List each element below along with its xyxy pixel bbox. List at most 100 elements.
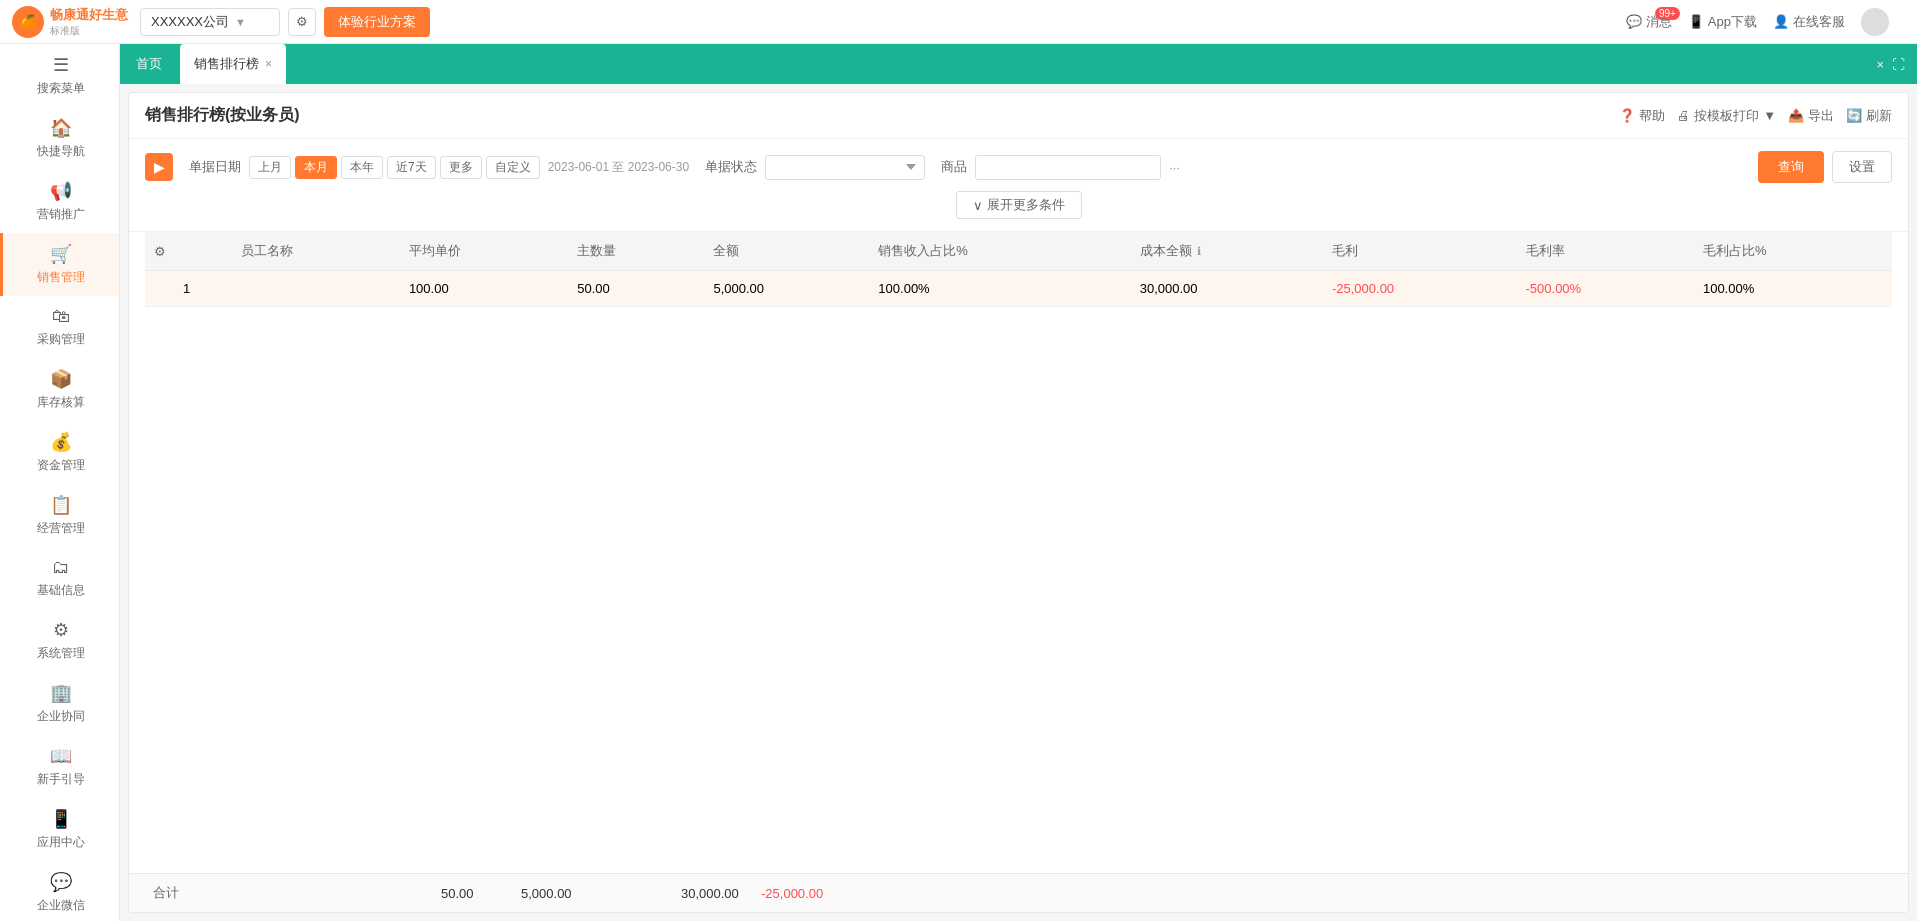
col-main-qty: 主数量 bbox=[569, 232, 705, 271]
date-btn-custom[interactable]: 自定义 bbox=[486, 156, 540, 179]
tab-close-button[interactable]: × bbox=[265, 57, 272, 71]
settings-button[interactable]: 设置 bbox=[1832, 151, 1892, 183]
sidebar-item-basic-info[interactable]: 🗂 基础信息 bbox=[0, 547, 119, 609]
date-btn-last-month[interactable]: 上月 bbox=[249, 156, 291, 179]
table-footer: 合计 50.00 5,000.00 30,000.00 -25,000.00 bbox=[129, 873, 1908, 912]
sidebar-label-finance: 资金管理 bbox=[37, 457, 85, 474]
logo-text-area: 畅康通好生意 标准版 bbox=[50, 6, 128, 38]
goods-filter-group: 商品 ··· bbox=[941, 155, 1180, 180]
message-button[interactable]: 💬 消息 99+ bbox=[1626, 13, 1672, 31]
expand-label: 展开更多条件 bbox=[987, 196, 1065, 214]
col-cost: 成本全额 ℹ bbox=[1132, 232, 1324, 271]
avatar[interactable] bbox=[1861, 8, 1889, 36]
sidebar-label-marketing: 营销推广 bbox=[37, 206, 85, 223]
sidebar-label-quick-nav: 快捷导航 bbox=[37, 143, 85, 160]
sidebar-item-app-center[interactable]: 📱 应用中心 bbox=[0, 798, 119, 861]
help-button[interactable]: ❓ 帮助 bbox=[1619, 107, 1665, 125]
tab-home[interactable]: 首页 bbox=[120, 44, 178, 84]
cost-info-icon[interactable]: ℹ bbox=[1197, 245, 1201, 257]
print-dropdown-icon: ▼ bbox=[1763, 108, 1776, 123]
table-header: ⚙ 员工名称 平均单价 主数量 全额 销售收入占比% 成本全额 ℹ 毛利 bbox=[145, 232, 1892, 271]
table-area: ⚙ 员工名称 平均单价 主数量 全额 销售收入占比% 成本全额 ℹ 毛利 bbox=[129, 232, 1908, 873]
sidebar-label-guide: 新手引导 bbox=[37, 771, 85, 788]
query-button[interactable]: 查询 bbox=[1758, 151, 1824, 183]
col-rank bbox=[175, 232, 233, 271]
tab-bar: 首页 销售排行榜 × × ⛶ bbox=[120, 44, 1917, 84]
sidebar-item-wechat[interactable]: 💬 企业微信 bbox=[0, 861, 119, 921]
sidebar-item-search-order[interactable]: ☰ 搜索菜单 bbox=[0, 44, 119, 107]
sidebar-label-app-center: 应用中心 bbox=[37, 834, 85, 851]
quick-nav-icon: 🏠 bbox=[50, 117, 72, 139]
finance-icon: 💰 bbox=[50, 431, 72, 453]
filter-toggle-button[interactable]: ▶ bbox=[145, 153, 173, 181]
date-btn-last7[interactable]: 近7天 bbox=[387, 156, 436, 179]
trial-button[interactable]: 体验行业方案 bbox=[324, 7, 430, 37]
date-range-text: 2023-06-01 至 2023-06-30 bbox=[548, 159, 689, 176]
col-sales-pct: 销售收入占比% bbox=[870, 232, 1131, 271]
app-download-label: App下载 bbox=[1708, 13, 1757, 31]
col-gross-rate: 毛利率 bbox=[1518, 232, 1695, 271]
goods-filter-label: 商品 bbox=[941, 158, 967, 176]
guide-icon: 📖 bbox=[50, 745, 72, 767]
top-header: 🍊 畅康通好生意 标准版 XXXXXX公司 ▼ ⚙ 体验行业方案 💬 消息 99… bbox=[0, 0, 1917, 44]
sidebar-item-guide[interactable]: 📖 新手引导 bbox=[0, 735, 119, 798]
sidebar-label-inventory: 库存核算 bbox=[37, 394, 85, 411]
sidebar-item-quick-nav[interactable]: 🏠 快捷导航 bbox=[0, 107, 119, 170]
cell-main-qty: 50.00 bbox=[569, 271, 705, 307]
sidebar-item-operations[interactable]: 📋 经营管理 bbox=[0, 484, 119, 547]
cell-gross-pct: 100.00% bbox=[1695, 271, 1892, 307]
logo-sub: 标准版 bbox=[50, 24, 128, 38]
tab-sales-rank[interactable]: 销售排行榜 × bbox=[180, 44, 286, 84]
col-name: 员工名称 bbox=[233, 232, 401, 271]
sidebar-item-marketing[interactable]: 📢 营销推广 bbox=[0, 170, 119, 233]
goods-input[interactable] bbox=[975, 155, 1161, 180]
sidebar-item-sales[interactable]: 🛒 销售管理 bbox=[0, 233, 119, 296]
cell-amount: 5,000.00 bbox=[705, 271, 870, 307]
inventory-icon: 📦 bbox=[50, 368, 72, 390]
goods-more-icon[interactable]: ··· bbox=[1169, 160, 1180, 175]
sidebar-item-enterprise[interactable]: 🏢 企业协同 bbox=[0, 672, 119, 735]
col-settings[interactable]: ⚙ bbox=[145, 232, 175, 271]
status-select[interactable] bbox=[765, 155, 925, 180]
print-template-button[interactable]: 🖨 按模板打印 ▼ bbox=[1677, 107, 1776, 125]
page-header: 销售排行榜(按业务员) ❓ 帮助 🖨 按模板打印 ▼ 📤 导出 bbox=[129, 93, 1908, 139]
sidebar-item-system[interactable]: ⚙ 系统管理 bbox=[0, 609, 119, 672]
gear-button[interactable]: ⚙ bbox=[288, 8, 316, 36]
sidebar-item-inventory[interactable]: 📦 库存核算 bbox=[0, 358, 119, 421]
sidebar-label-system: 系统管理 bbox=[37, 645, 85, 662]
online-service-button[interactable]: 👤 在线客服 bbox=[1773, 13, 1845, 31]
message-icon: 💬 bbox=[1626, 14, 1642, 29]
cell-sales-pct: 100.00% bbox=[870, 271, 1131, 307]
company-selector[interactable]: XXXXXX公司 ▼ bbox=[140, 8, 280, 36]
refresh-icon: 🔄 bbox=[1846, 108, 1862, 123]
page-title: 销售排行榜(按业务员) bbox=[145, 105, 1619, 126]
content-area: 首页 销售排行榜 × × ⛶ 销售排行榜(按业务员) ❓ 帮助 bbox=[120, 44, 1917, 921]
table-body: 1 100.00 50.00 5,000.00 100.00% 30,000.0… bbox=[145, 271, 1892, 307]
sidebar-label-operations: 经营管理 bbox=[37, 520, 85, 537]
expand-conditions-button[interactable]: ∨ 展开更多条件 bbox=[956, 191, 1082, 219]
window-close-button[interactable]: × bbox=[1876, 57, 1884, 72]
refresh-button[interactable]: 🔄 刷新 bbox=[1846, 107, 1892, 125]
export-button[interactable]: 📤 导出 bbox=[1788, 107, 1834, 125]
print-icon: 🖨 bbox=[1677, 108, 1690, 123]
app-download-button[interactable]: 📱 App下载 bbox=[1688, 13, 1757, 31]
filter-row: ▶ 单据日期 上月 本月 本年 近7天 更多 自定义 2023-06-01 至 … bbox=[145, 151, 1892, 183]
col-avg-price: 平均单价 bbox=[401, 232, 569, 271]
sidebar-item-purchase[interactable]: 🛍 采购管理 bbox=[0, 296, 119, 358]
sidebar-item-finance[interactable]: 💰 资金管理 bbox=[0, 421, 119, 484]
date-btn-this-month[interactable]: 本月 bbox=[295, 156, 337, 179]
date-filter-label: 单据日期 bbox=[189, 158, 241, 176]
cell-settings bbox=[145, 271, 175, 307]
footer-gross: -25,000.00 bbox=[753, 886, 833, 901]
expand-icon: ∨ bbox=[973, 198, 983, 213]
date-btn-this-year[interactable]: 本年 bbox=[341, 156, 383, 179]
sidebar-label-purchase: 采购管理 bbox=[37, 331, 85, 348]
marketing-icon: 📢 bbox=[50, 180, 72, 202]
main-container: ☰ 搜索菜单 🏠 快捷导航 📢 营销推广 🛒 销售管理 🛍 采购管理 📦 库存核… bbox=[0, 44, 1917, 921]
date-btn-more[interactable]: 更多 bbox=[440, 156, 482, 179]
enterprise-icon: 🏢 bbox=[50, 682, 72, 704]
window-expand-button[interactable]: ⛶ bbox=[1892, 57, 1905, 72]
col-gross-pct: 毛利占比% bbox=[1695, 232, 1892, 271]
purchase-icon: 🛍 bbox=[52, 306, 70, 327]
cell-gross: -25,000.00 bbox=[1324, 271, 1518, 307]
